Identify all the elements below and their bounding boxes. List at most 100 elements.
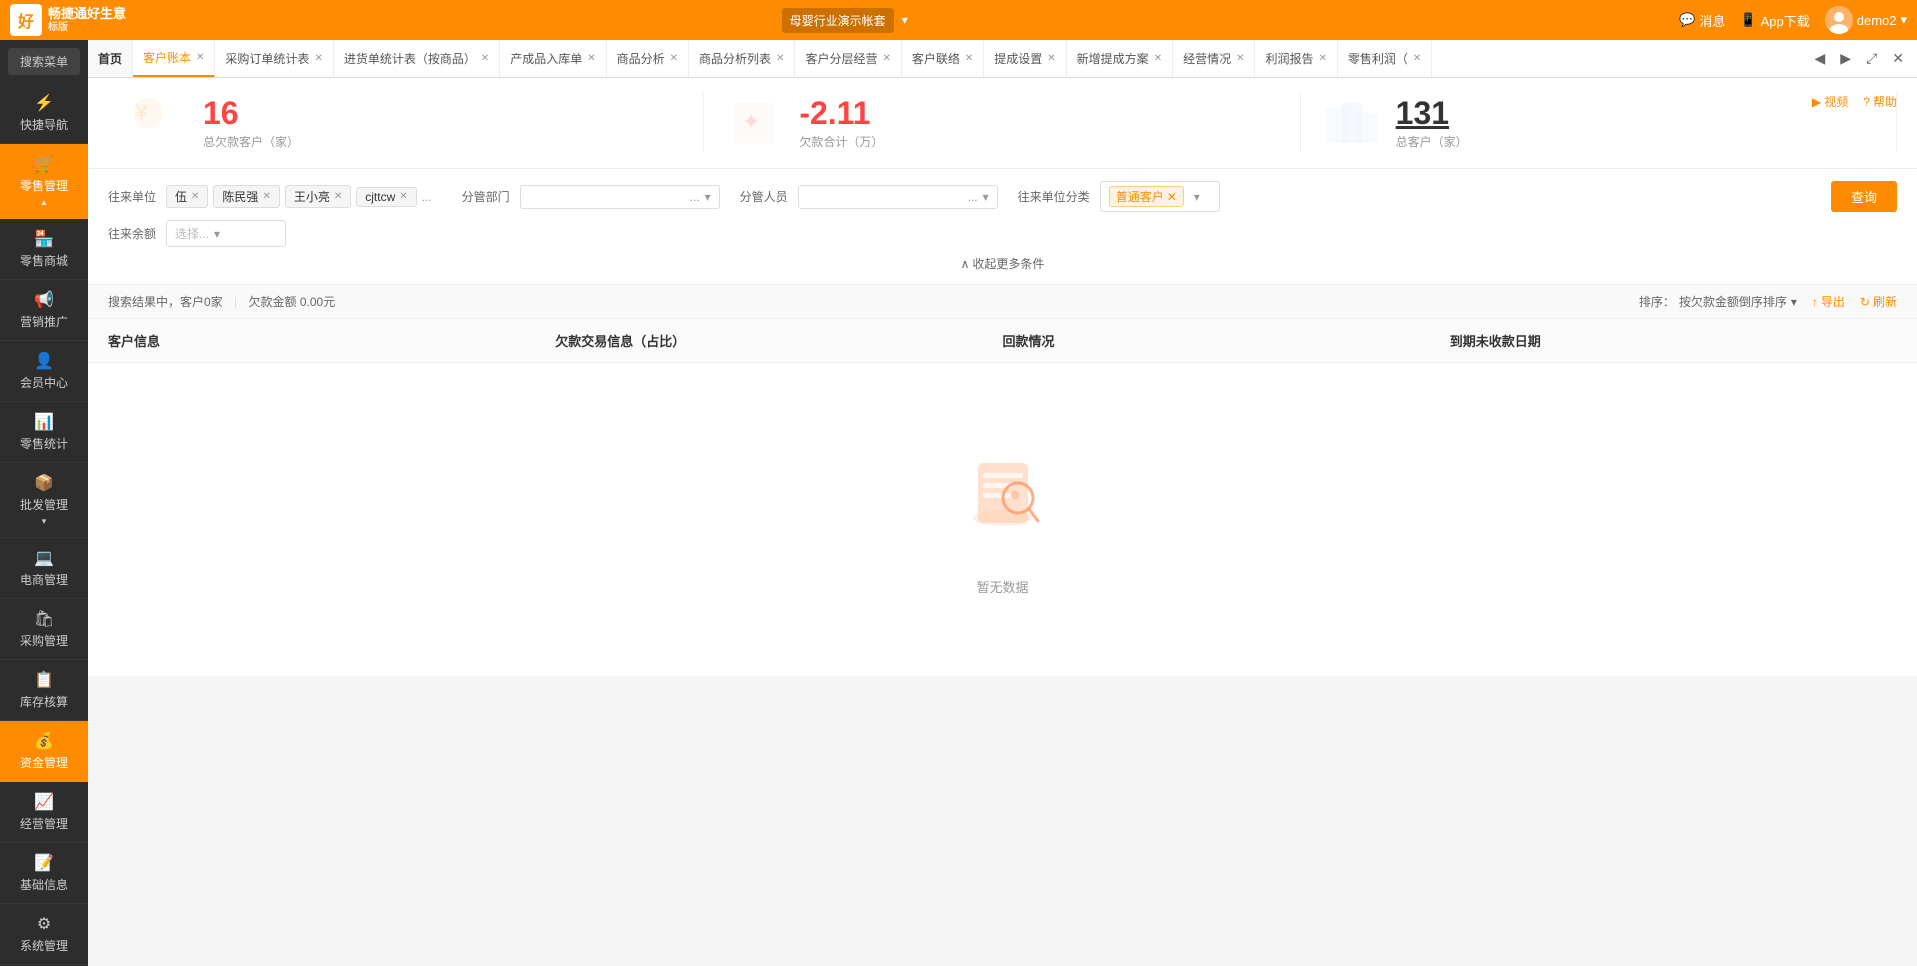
sidebar-item-marketing[interactable]: 📢 营销推广 xyxy=(0,280,88,341)
tab-goods-analysis-list[interactable]: 商品分析列表 ✕ xyxy=(689,40,795,77)
tab-close-goods-analysis[interactable]: ✕ xyxy=(670,53,678,64)
member-icon: 👤 xyxy=(34,351,54,371)
export-button[interactable]: ↑ 导出 xyxy=(1812,293,1845,310)
division-person-dots[interactable]: ... xyxy=(968,190,978,204)
tab-scroll-left[interactable]: ◀ xyxy=(1810,50,1831,67)
sidebar-item-finance[interactable]: 💰 资金管理 xyxy=(0,721,88,782)
tab-close-product-inbound[interactable]: ✕ xyxy=(587,53,595,64)
balance-arrow-icon: ▾ xyxy=(214,227,220,241)
sys-mgmt-label: 系统管理 xyxy=(20,937,68,954)
wholesale-label: 批发管理 xyxy=(20,496,68,513)
tab-close-retail-profit[interactable]: ✕ xyxy=(1413,53,1421,64)
sidebar-item-quick-nav[interactable]: ⚡ 快捷导航 xyxy=(0,83,88,144)
sidebar-item-retail-stats[interactable]: 📊 零售统计 xyxy=(0,402,88,463)
tab-close-new-commission[interactable]: ✕ xyxy=(1154,53,1162,64)
user-profile[interactable]: demo2 ▾ xyxy=(1825,6,1907,34)
tab-customer-ledger[interactable]: 客户账本 ✕ xyxy=(133,40,215,77)
tab-home[interactable]: 首页 xyxy=(88,40,133,77)
stat-text-customers: 16 总欠款客户（家） xyxy=(203,97,299,150)
tab-close-purchase-stats[interactable]: ✕ xyxy=(481,53,489,64)
purchase-order-label: 采购订单统计表 xyxy=(225,50,309,67)
total-customers-label: 总客户（家） xyxy=(1396,133,1468,150)
refresh-button[interactable]: ↻ 刷新 xyxy=(1860,293,1897,310)
sidebar-item-basic-info[interactable]: 📝 基础信息 xyxy=(0,843,88,904)
category-arrow-icon: ▾ xyxy=(1194,190,1200,204)
stat-block-debt: ✦ -2.11 欠款合计（万） xyxy=(704,93,1300,153)
stat-header-actions: ▶ 视频 ? 帮助 xyxy=(1812,93,1897,110)
filter-tag-cjttcw: cjttcw ✕ xyxy=(356,187,416,207)
filter-more-tags[interactable]: ... xyxy=(422,190,432,204)
tab-close-profit-report[interactable]: ✕ xyxy=(1319,53,1327,64)
sort-select[interactable]: 排序： 按欠款金额倒序排序 ▾ xyxy=(1639,293,1797,310)
dropdown-arrow-icon[interactable]: ▾ xyxy=(902,13,908,27)
purchase-icon: 🛍 xyxy=(34,609,54,629)
tab-retail-profit[interactable]: 零售利润（ ✕ xyxy=(1338,40,1432,77)
tag-wu-close[interactable]: ✕ xyxy=(191,191,199,202)
tab-new-commission[interactable]: 新增提成方案 ✕ xyxy=(1067,40,1173,77)
video-help-link[interactable]: ▶ 视频 xyxy=(1812,93,1848,110)
user-dropdown-icon: ▾ xyxy=(1900,12,1907,28)
tab-close-purchase-order[interactable]: ✕ xyxy=(314,53,322,64)
tab-close-biz-status[interactable]: ✕ xyxy=(1236,53,1244,64)
tab-purchase-stats[interactable]: 进货单统计表（按商品） ✕ xyxy=(334,40,500,77)
basic-info-label: 基础信息 xyxy=(20,876,68,893)
total-customers-number: 131 xyxy=(1396,97,1468,129)
sidebar-item-member[interactable]: 👤 会员中心 xyxy=(0,341,88,402)
collapse-button[interactable]: ∧ 收起更多条件 xyxy=(108,255,1897,272)
home-tab-label: 首页 xyxy=(98,50,122,67)
tab-close-contact[interactable]: ✕ xyxy=(965,53,973,64)
tab-close-all[interactable]: ✕ xyxy=(1887,50,1909,67)
tag-chen-close[interactable]: ✕ xyxy=(262,191,270,202)
account-selector[interactable]: 母婴行业演示帐套 xyxy=(782,8,894,33)
tab-close-segment[interactable]: ✕ xyxy=(882,53,890,64)
sidebar-item-ecommerce[interactable]: 💻 电商管理 xyxy=(0,538,88,599)
data-table: 客户信息 欠款交易信息（占比） 回款情况 到期未收款日期 xyxy=(88,319,1917,676)
balance-placeholder: 选择... xyxy=(175,225,209,242)
tab-product-inbound[interactable]: 产成品入库单 ✕ xyxy=(500,40,606,77)
sidebar-item-retail-shop[interactable]: 🏪 零售商城 xyxy=(0,219,88,280)
empty-icon xyxy=(953,443,1053,562)
top-actions: 💬 消息 📱 App下载 demo2 ▾ xyxy=(1679,6,1907,34)
tab-close-customer-ledger[interactable]: ✕ xyxy=(196,52,204,63)
tab-commission-settings[interactable]: 提成设置 ✕ xyxy=(984,40,1066,77)
tag-cjttcw-close[interactable]: ✕ xyxy=(399,191,407,202)
tab-close-commission[interactable]: ✕ xyxy=(1047,53,1055,64)
division-person-select[interactable]: ... ▾ xyxy=(798,185,998,209)
tab-purchase-order[interactable]: 采购订单统计表 ✕ xyxy=(215,40,333,77)
tab-customer-segment[interactable]: 客户分层经营 ✕ xyxy=(795,40,901,77)
filter-row-2: 往来余额 选择... ▾ xyxy=(108,220,1897,247)
video-label: 视频 xyxy=(1824,93,1848,110)
tab-close-goods-list[interactable]: ✕ xyxy=(776,53,784,64)
query-button[interactable]: 查询 xyxy=(1831,181,1897,212)
category-tag-close[interactable]: ✕ xyxy=(1167,190,1177,204)
tab-biz-status[interactable]: 经营情况 ✕ xyxy=(1173,40,1255,77)
search-menu-button[interactable]: 搜索菜单 xyxy=(8,48,80,75)
division-dept-select[interactable]: ... ▾ xyxy=(520,185,720,209)
sidebar-item-ops[interactable]: 📈 经营管理 xyxy=(0,782,88,843)
sidebar-item-retail-mgmt[interactable]: 🛒 零售管理 ▴ xyxy=(0,144,88,219)
sidebar-item-purchase[interactable]: 🛍 采购管理 xyxy=(0,599,88,660)
division-dept-dots[interactable]: ... xyxy=(690,190,700,204)
stat-block-customers: ¥ 16 总欠款客户（家） xyxy=(108,93,704,153)
division-dept-arrow-icon: ▾ xyxy=(705,190,711,204)
tab-goods-analysis[interactable]: 商品分析 ✕ xyxy=(607,40,689,77)
quick-nav-label: 快捷导航 xyxy=(20,116,68,133)
logo-title: 畅捷通好生意 xyxy=(48,6,126,22)
balance-select[interactable]: 选择... ▾ xyxy=(166,220,286,247)
app-download-action[interactable]: 📱 App下载 xyxy=(1740,11,1809,30)
unit-category-select[interactable]: 普通客户 ✕ ▾ xyxy=(1100,181,1220,212)
tab-maximize[interactable]: ⤢ xyxy=(1861,50,1882,67)
message-action[interactable]: 💬 消息 xyxy=(1679,11,1725,30)
sidebar-item-sys-mgmt[interactable]: ⚙ 系统管理 xyxy=(0,904,88,965)
tab-profit-report[interactable]: 利润报告 ✕ xyxy=(1255,40,1337,77)
logo: 好 畅捷通好生意 标版 xyxy=(10,4,782,36)
sidebar-item-wholesale[interactable]: 📦 批发管理 ▾ xyxy=(0,463,88,538)
logo-text: 畅捷通好生意 标版 xyxy=(48,6,126,34)
tag-wang-close[interactable]: ✕ xyxy=(334,191,342,202)
avatar xyxy=(1825,6,1853,34)
help-link[interactable]: ? 帮助 xyxy=(1863,93,1897,110)
finance-label: 资金管理 xyxy=(20,754,68,771)
tab-scroll-right[interactable]: ▶ xyxy=(1835,50,1856,67)
tab-customer-contact[interactable]: 客户联络 ✕ xyxy=(902,40,984,77)
sidebar-item-inventory[interactable]: 📋 库存核算 xyxy=(0,660,88,721)
